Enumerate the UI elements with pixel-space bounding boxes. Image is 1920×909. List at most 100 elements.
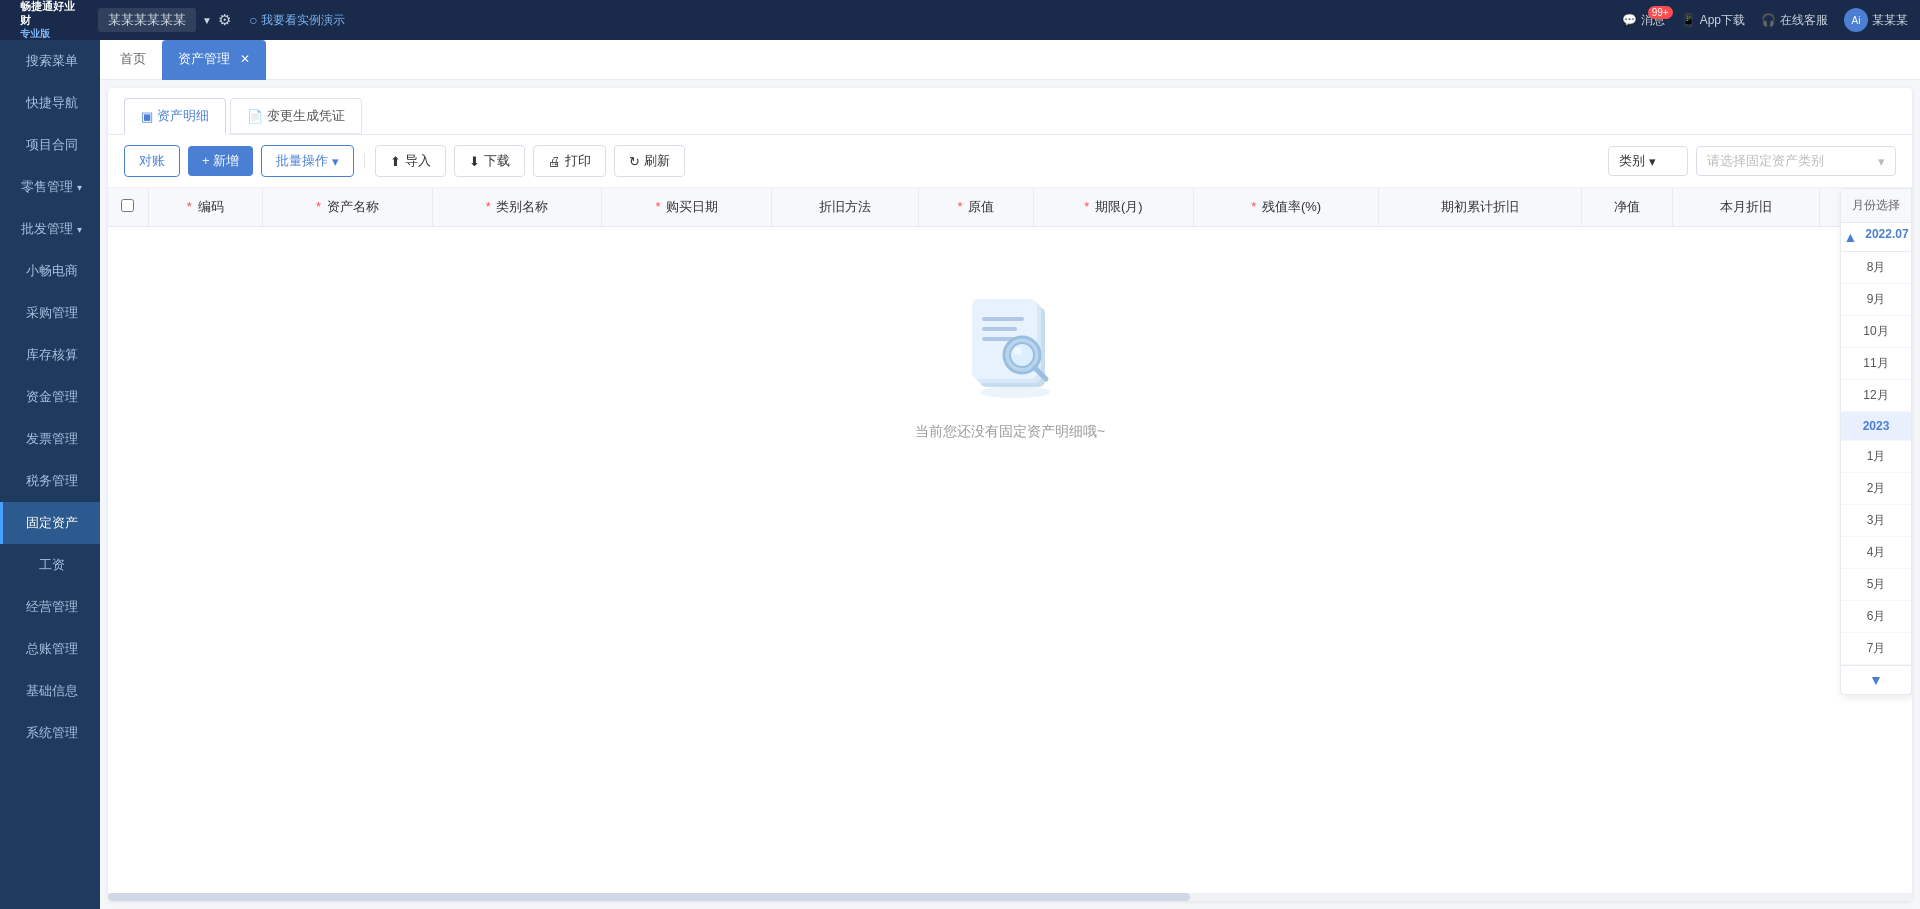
- sidebar-item-search[interactable]: 搜索菜单: [0, 40, 100, 82]
- add-button[interactable]: + 新增: [188, 146, 253, 176]
- month-down-button[interactable]: ▼: [1866, 670, 1886, 690]
- app-name: 畅捷通好业财: [20, 0, 75, 26]
- month-panel-title: 月份选择: [1841, 189, 1911, 223]
- batch-button[interactable]: 批量操作 ▾: [261, 145, 354, 177]
- message-badge: 99+: [1648, 6, 1673, 19]
- company-dropdown-icon[interactable]: ▼: [202, 15, 212, 26]
- download-button[interactable]: ⬇ 下载: [454, 145, 525, 177]
- sidebar-item-inventory[interactable]: 库存核算: [0, 334, 100, 376]
- category-label: 类别: [1619, 152, 1645, 170]
- svg-rect-5: [982, 327, 1017, 331]
- month-item-nov[interactable]: 11月: [1841, 348, 1911, 380]
- sidebar-item-system[interactable]: 系统管理: [0, 712, 100, 754]
- message-button[interactable]: 💬 消息 99+: [1622, 12, 1665, 29]
- sub-tab-asset-detail-label: 资产明细: [157, 107, 209, 125]
- th-depreciation-method: 折旧方法: [772, 188, 919, 227]
- top-bar-left: 畅捷通好业财 专业版 某某某某某某 ▼ ⚙ ○ 我要看实例演示: [12, 0, 1614, 41]
- table-header-row: * 编码 * 资产名称 * 类别名称: [108, 188, 1912, 227]
- sidebar-item-project[interactable]: 项目合同: [0, 124, 100, 166]
- scroll-thumb[interactable]: [108, 893, 1190, 901]
- month-panel-nav-top: ▲ 2022.07: [1841, 223, 1911, 252]
- purchase-label: 采购管理: [26, 304, 78, 322]
- sidebar-item-basic-info[interactable]: 基础信息: [0, 670, 100, 712]
- wholesale-label: 批发管理: [21, 220, 73, 238]
- download-icon: ⬇: [469, 154, 480, 169]
- month-item-jul[interactable]: 7月: [1841, 633, 1911, 665]
- month-item-sep[interactable]: 9月: [1841, 284, 1911, 316]
- batch-label: 批量操作: [276, 152, 328, 170]
- month-up-button[interactable]: ▲: [1843, 227, 1857, 247]
- sidebar-item-wholesale[interactable]: 批发管理 ▾: [0, 208, 100, 250]
- sidebar-item-payroll[interactable]: 工资: [0, 544, 100, 586]
- import-icon: ⬆: [390, 154, 401, 169]
- month-item-dec[interactable]: 12月: [1841, 380, 1911, 412]
- toolbar-divider: [364, 154, 365, 168]
- sub-tab-change-voucher[interactable]: 📄 变更生成凭证: [230, 98, 362, 134]
- online-service-button[interactable]: 🎧 在线客服: [1761, 12, 1828, 29]
- sidebar-item-invoice[interactable]: 发票管理: [0, 418, 100, 460]
- sidebar-item-finance[interactable]: 资金管理: [0, 376, 100, 418]
- month-item-apr[interactable]: 4月: [1841, 537, 1911, 569]
- tab-asset-mgmt-label: 资产管理: [178, 50, 230, 68]
- user-menu[interactable]: Ai 某某某: [1844, 8, 1908, 32]
- refresh-label: 刷新: [644, 152, 670, 170]
- svg-point-9: [1014, 347, 1022, 355]
- month-item-aug[interactable]: 8月: [1841, 252, 1911, 284]
- payroll-label: 工资: [39, 556, 65, 574]
- month-item-year-2023[interactable]: 2023: [1841, 412, 1911, 441]
- tab-bar: 首页 资产管理 ✕: [100, 40, 1920, 80]
- app-download-button[interactable]: 📱 App下载: [1681, 12, 1745, 29]
- content-panel: ▣ 资产明细 📄 变更生成凭证 对账 + 新增 批量操作 ▾: [108, 88, 1912, 901]
- wholesale-arrow-icon: ▾: [77, 224, 82, 235]
- sidebar-item-purchase[interactable]: 采购管理: [0, 292, 100, 334]
- print-label: 打印: [565, 152, 591, 170]
- svg-point-0: [980, 386, 1050, 398]
- month-item-jun[interactable]: 6月: [1841, 601, 1911, 633]
- sidebar-item-ledger[interactable]: 总账管理: [0, 628, 100, 670]
- category-input[interactable]: 请选择固定资产类别 ▾: [1696, 146, 1896, 176]
- month-item-oct[interactable]: 10月: [1841, 316, 1911, 348]
- management-label: 经营管理: [26, 598, 78, 616]
- empty-illustration: [950, 287, 1070, 407]
- search-label: 搜索菜单: [26, 52, 78, 70]
- print-icon: 🖨: [548, 154, 561, 169]
- bottom-scrollbar[interactable]: [108, 893, 1912, 901]
- th-checkbox: [108, 188, 148, 227]
- month-year-display: 2022.07: [1865, 227, 1908, 247]
- match-button[interactable]: 对账: [124, 145, 180, 177]
- tab-close-icon[interactable]: ✕: [240, 52, 250, 66]
- import-button[interactable]: ⬆ 导入: [375, 145, 446, 177]
- avatar: Ai: [1844, 8, 1868, 32]
- sidebar-item-retail[interactable]: 零售管理 ▾: [0, 166, 100, 208]
- sidebar-item-tax[interactable]: 税务管理: [0, 460, 100, 502]
- tab-asset-mgmt[interactable]: 资产管理 ✕: [162, 40, 266, 80]
- sidebar-item-ecommerce[interactable]: 小畅电商: [0, 250, 100, 292]
- tab-home[interactable]: 首页: [104, 40, 162, 80]
- company-selector[interactable]: 某某某某某某: [98, 8, 196, 32]
- toolbar-left: 对账 + 新增 批量操作 ▾ ⬆ 导入 ⬇ 下载: [124, 145, 1600, 177]
- month-panel: 月份选择 ▲ 2022.07 8月 9月 10月: [1840, 188, 1912, 695]
- month-item-feb[interactable]: 2月: [1841, 473, 1911, 505]
- demo-link[interactable]: ○ 我要看实例演示: [249, 12, 345, 29]
- inventory-label: 库存核算: [26, 346, 78, 364]
- ledger-label: 总账管理: [26, 640, 78, 658]
- headset-icon: 🎧: [1761, 13, 1776, 27]
- sidebar-item-fixed-assets[interactable]: 固定资产: [0, 502, 100, 544]
- refresh-button[interactable]: ↻ 刷新: [614, 145, 685, 177]
- category-dropdown-icon: ▾: [1649, 154, 1656, 169]
- sidebar-item-quick-nav[interactable]: 快捷导航: [0, 82, 100, 124]
- th-residual-rate: * 残值率(%): [1194, 188, 1379, 227]
- print-button[interactable]: 🖨 打印: [533, 145, 606, 177]
- month-item-jan[interactable]: 1月: [1841, 441, 1911, 473]
- category-selector[interactable]: 类别 ▾: [1608, 146, 1688, 176]
- sub-tab-asset-detail[interactable]: ▣ 资产明细: [124, 98, 226, 135]
- th-category: * 类别名称: [432, 188, 602, 227]
- sidebar-item-management[interactable]: 经营管理: [0, 586, 100, 628]
- basic-info-label: 基础信息: [26, 682, 78, 700]
- settings-icon[interactable]: ⚙: [218, 11, 231, 29]
- top-bar: 畅捷通好业财 专业版 某某某某某某 ▼ ⚙ ○ 我要看实例演示 💬 消息 99+…: [0, 0, 1920, 40]
- select-all-checkbox[interactable]: [121, 199, 134, 212]
- month-item-mar[interactable]: 3月: [1841, 505, 1911, 537]
- month-item-may[interactable]: 5月: [1841, 569, 1911, 601]
- th-monthly-depreciation: 本月折旧: [1673, 188, 1820, 227]
